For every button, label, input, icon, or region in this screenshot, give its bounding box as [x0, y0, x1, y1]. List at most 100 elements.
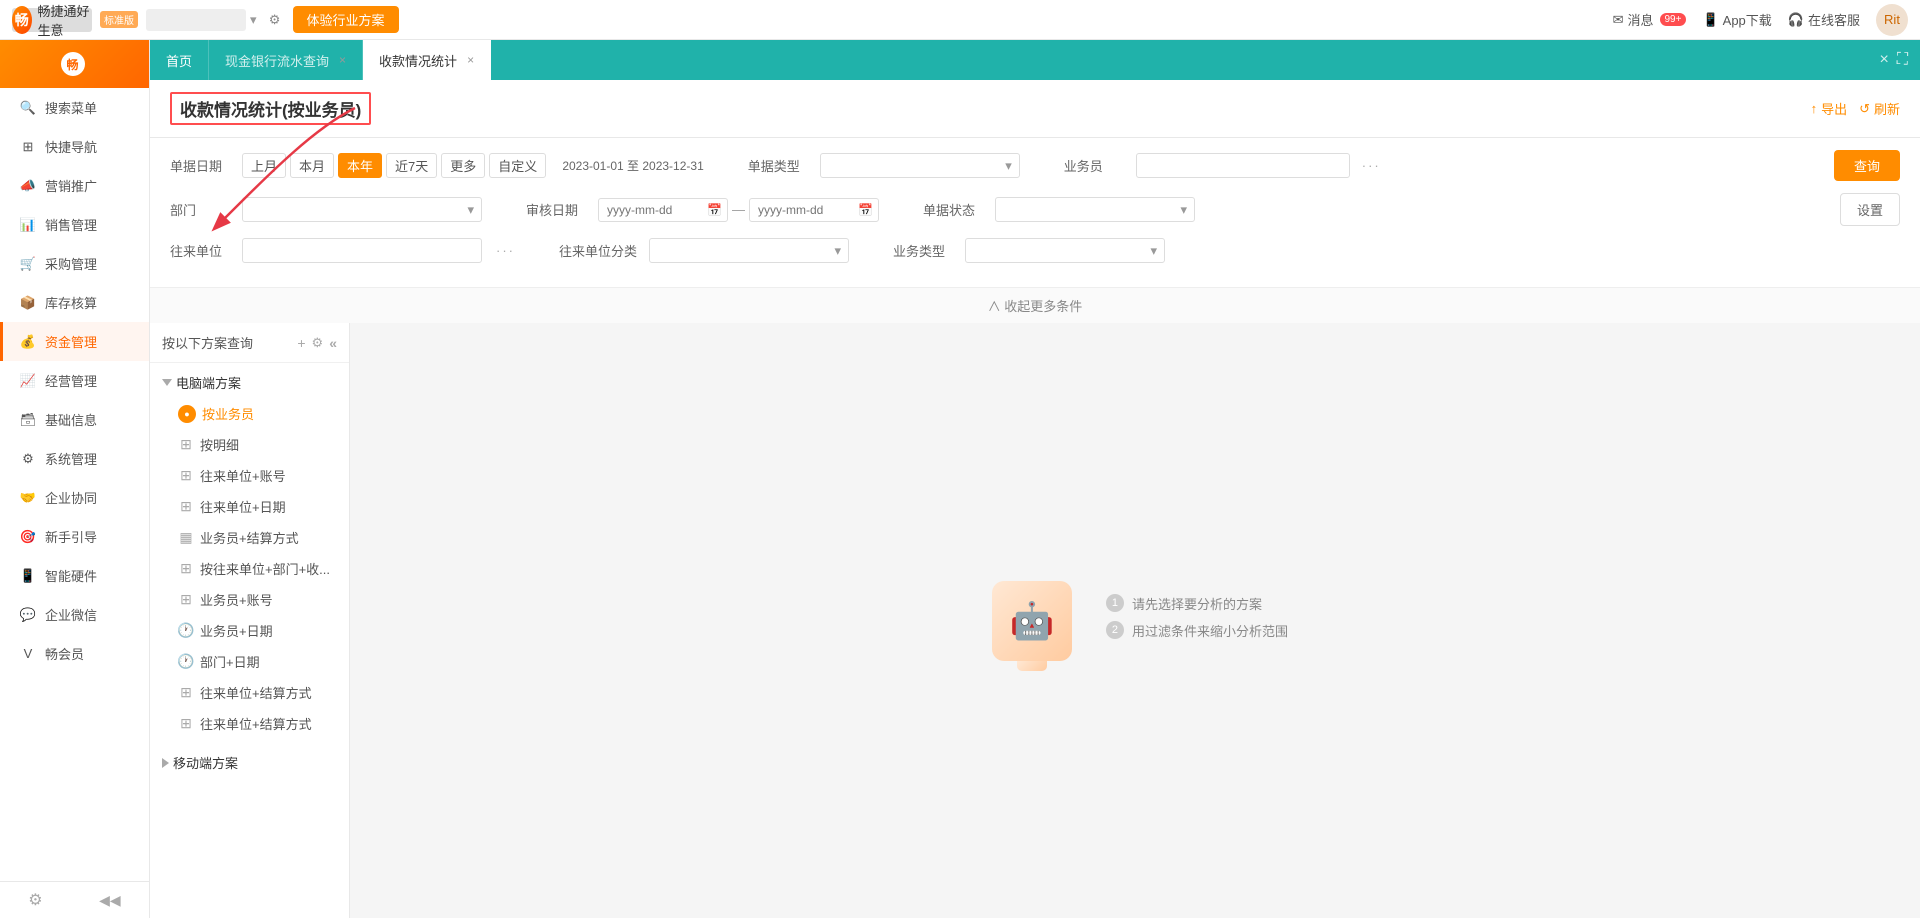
page-title: 收款情况统计(按业务员) — [170, 92, 371, 125]
sales-rep-more-icon[interactable]: ··· — [1362, 158, 1381, 173]
sidebar-item-system[interactable]: ⚙ 系统管理 — [0, 439, 149, 478]
tab-bar: 首页 现金银行流水查询 × 收款情况统计 × × ⛶ — [150, 40, 1920, 80]
sidebar-item-inventory[interactable]: 📦 库存核算 — [0, 283, 149, 322]
settings-btn[interactable]: 设置 — [1840, 193, 1900, 226]
doc-type-select[interactable] — [820, 153, 1020, 178]
empty-state: 🤖 1 请先选择要分析的方案 2 — [350, 323, 1920, 918]
tab-close-all-btn[interactable]: × — [1879, 51, 1888, 69]
sidebar-item-wechat[interactable]: 💬 企业微信 — [0, 595, 149, 634]
collapsed-icon — [162, 758, 169, 768]
date-btn-prev-month[interactable]: 上月 — [242, 153, 286, 178]
biz-type-select[interactable] — [965, 238, 1165, 263]
collapse-panel-icon[interactable]: « — [329, 335, 337, 351]
grid-icon-partner-account: ⊞ — [178, 468, 194, 484]
sidebar-item-basic[interactable]: 🗃 基础信息 — [0, 400, 149, 439]
export-btn[interactable]: ↑ 导出 — [1811, 99, 1848, 118]
grid-icon-detail: ⊞ — [178, 437, 194, 453]
sidebar-item-search-menu[interactable]: 🔍 搜索菜单 — [0, 88, 149, 127]
purchase-icon: 🛒 — [19, 255, 37, 273]
sidebar-item-guide[interactable]: 🎯 新手引导 — [0, 517, 149, 556]
logo-area: 畅 畅捷通好生意 — [12, 8, 92, 32]
query-btn[interactable]: 查询 — [1834, 150, 1900, 181]
sidebar-item-operations[interactable]: 📈 经营管理 — [0, 361, 149, 400]
expand-icon — [162, 379, 172, 386]
calendar-to-icon: 📅 — [858, 203, 873, 217]
refresh-btn[interactable]: ↺ 刷新 — [1859, 99, 1900, 118]
wechat-icon: 💬 — [19, 606, 37, 624]
date-btn-custom[interactable]: 自定义 — [489, 153, 546, 178]
partner-input[interactable] — [242, 238, 482, 263]
tab-home[interactable]: 首页 — [150, 40, 209, 80]
add-scheme-icon[interactable]: + — [297, 335, 305, 351]
sidebar-settings-icon[interactable]: ⚙ — [28, 890, 42, 910]
date-range-display: 2023-01-01 至 2023-12-31 — [562, 157, 703, 174]
logo-text: 畅捷通好生意 — [38, 1, 92, 39]
partner-type-label: 往来单位分类 — [559, 241, 637, 260]
doc-type-select-wrap — [820, 153, 1020, 178]
date-buttons: 上月 本月 本年 近7天 更多 自定义 — [242, 153, 546, 178]
date-btn-this-month[interactable]: 本月 — [290, 153, 334, 178]
scheme-item-dept-date[interactable]: 🕐 部门+日期 — [150, 646, 349, 677]
sidebar-item-sales[interactable]: 📊 销售管理 — [0, 205, 149, 244]
grid-icon-partner-date: ⊞ — [178, 499, 194, 515]
scheme-group-desktop: 电脑端方案 ● 按业务员 ⊞ 按明细 ⊞ 往来 — [150, 363, 349, 743]
filter-row-dept: 部门 审核日期 📅 — — [170, 193, 1900, 226]
message-icon: ✉ — [1613, 12, 1624, 28]
date-btn-this-year[interactable]: 本年 — [338, 153, 382, 178]
trial-btn[interactable]: 体验行业方案 — [293, 6, 399, 33]
dropdown-arrow[interactable]: ▾ — [250, 12, 257, 28]
dept-select[interactable] — [242, 197, 482, 222]
partner-more-icon[interactable]: ··· — [496, 243, 515, 258]
basic-icon: 🗃 — [19, 411, 37, 429]
sidebar-item-marketing[interactable]: 📣 营销推广 — [0, 166, 149, 205]
enterprise-icon: 🤝 — [19, 489, 37, 507]
scheme-item-partner-date[interactable]: ⊞ 往来单位+日期 — [150, 491, 349, 522]
sidebar-item-enterprise[interactable]: 🤝 企业协同 — [0, 478, 149, 517]
sidebar-item-hardware[interactable]: 📱 智能硬件 — [0, 556, 149, 595]
dept-select-wrap — [242, 197, 482, 222]
scheme-settings-icon[interactable]: ⚙ — [312, 335, 324, 351]
date-btn-more[interactable]: 更多 — [441, 153, 485, 178]
date-label: 单据日期 — [170, 156, 230, 175]
message-btn[interactable]: ✉ 消息 99+ — [1613, 10, 1687, 29]
doc-status-label: 单据状态 — [923, 200, 983, 219]
scheme-group-mobile-header[interactable]: 移动端方案 — [150, 747, 349, 778]
settings-gear-icon[interactable]: ⚙ — [265, 10, 285, 30]
doc-type-label: 单据类型 — [748, 156, 808, 175]
app-download-btn[interactable]: 📱 App下载 — [1702, 10, 1771, 29]
guide-icon: 🎯 — [19, 528, 37, 546]
doc-status-select[interactable] — [995, 197, 1195, 222]
tab-maximize-btn[interactable]: ⛶ — [1897, 51, 1908, 69]
scheme-item-salesman-date[interactable]: 🕐 业务员+日期 — [150, 615, 349, 646]
sidebar-item-purchase[interactable]: 🛒 采购管理 — [0, 244, 149, 283]
scheme-item-partner-account[interactable]: ⊞ 往来单位+账号 — [150, 460, 349, 491]
sales-icon: 📊 — [19, 216, 37, 234]
sales-rep-input[interactable] — [1136, 153, 1350, 178]
scheme-item-salesman-settlement[interactable]: ▦ 业务员+结算方式 — [150, 522, 349, 553]
online-service-btn[interactable]: 🎧 在线客服 — [1788, 10, 1860, 29]
clock-icon-dept-date: 🕐 — [178, 654, 194, 670]
grid-icon-partner-settlement: ⊞ — [178, 685, 194, 701]
tab-bank-flow[interactable]: 现金银行流水查询 × — [209, 40, 363, 80]
partner-type-select[interactable] — [649, 238, 849, 263]
scheme-item-by-detail[interactable]: ⊞ 按明细 — [150, 429, 349, 460]
scheme-item-partner-dept-income[interactable]: ⊞ 按往来单位+部门+收... — [150, 553, 349, 584]
tab-close-bank-flow[interactable]: × — [339, 53, 346, 67]
scheme-item-partner-settlement[interactable]: ⊞ 往来单位+结算方式 — [150, 677, 349, 708]
sidebar-item-finance[interactable]: 💰 资金管理 — [0, 322, 149, 361]
sidebar-item-member[interactable]: V 畅会员 — [0, 634, 149, 673]
sidebar-item-quick-nav[interactable]: ⊞ 快捷导航 — [0, 127, 149, 166]
tab-close-receipt-stats[interactable]: × — [467, 53, 474, 67]
collapse-bar[interactable]: ∧ 收起更多条件 — [150, 287, 1920, 323]
user-avatar[interactable]: Rit — [1876, 4, 1908, 36]
tab-receipt-stats[interactable]: 收款情况统计 × — [363, 40, 491, 80]
sidebar-collapse-icon[interactable]: ◀◀ — [99, 892, 121, 909]
review-date-label: 审核日期 — [526, 200, 586, 219]
scheme-item-by-salesman[interactable]: ● 按业务员 — [150, 398, 349, 429]
scheme-item-salesman-account[interactable]: ⊞ 业务员+账号 — [150, 584, 349, 615]
bar-icon: ▦ — [178, 530, 194, 546]
scheme-item-partner-settlement2[interactable]: ⊞ 往来单位+结算方式 — [150, 708, 349, 739]
date-btn-7days[interactable]: 近7天 — [386, 153, 437, 178]
scheme-group-desktop-header[interactable]: 电脑端方案 — [150, 367, 349, 398]
left-panel-header: 按以下方案查询 + ⚙ « — [150, 323, 349, 363]
